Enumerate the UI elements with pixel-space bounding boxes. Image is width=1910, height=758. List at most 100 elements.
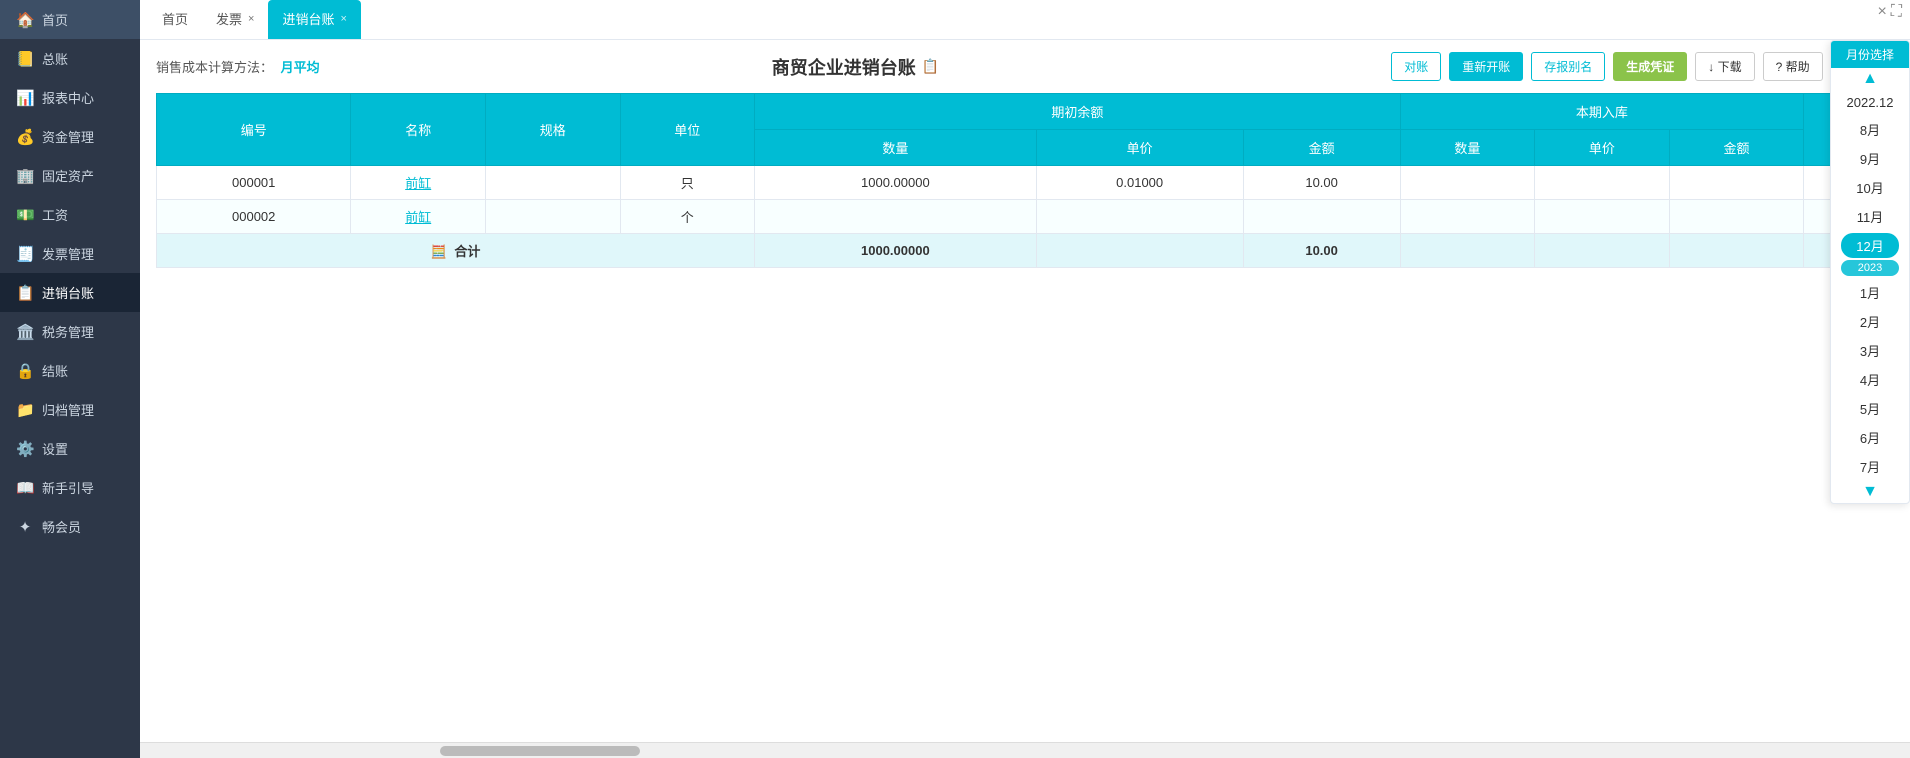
table-row: 000001 前缸 只 1000.00000 0.01000 10.00 (157, 166, 1894, 200)
col-inbound: 本期入库 (1400, 94, 1804, 130)
tab-invoice-close[interactable]: × (248, 13, 254, 25)
month-9[interactable]: 9月 (1831, 144, 1909, 173)
col-code: 编号 (157, 94, 351, 166)
sidebar-item-home[interactable]: 🏠 首页 (0, 0, 140, 39)
sidebar-item-ledger[interactable]: 📒 总账 (0, 39, 140, 78)
col-opening-qty: 数量 (755, 130, 1037, 166)
horizontal-scrollbar[interactable] (140, 742, 1910, 758)
month-12[interactable]: 12月 (1841, 233, 1899, 258)
row2-opening-amount (1243, 200, 1400, 234)
col-opening-price: 单价 (1036, 130, 1243, 166)
month-4[interactable]: 4月 (1831, 365, 1909, 394)
guide-icon: 📖 (16, 479, 34, 497)
col-unit: 单位 (620, 94, 755, 166)
help-button[interactable]: ? 帮助 (1763, 52, 1823, 81)
month-7[interactable]: 7月 (1831, 452, 1909, 481)
row1-spec (485, 166, 620, 200)
year-2022-label: 2022.12 (1831, 90, 1909, 115)
col-opening-amount: 金额 (1243, 130, 1400, 166)
maximize-window-button[interactable]: ⛶ (1891, 4, 1902, 20)
member-icon: ✦ (16, 518, 34, 536)
generate-voucher-button[interactable]: 生成凭证 (1613, 52, 1687, 81)
col-opening-balance: 期初余额 (755, 94, 1401, 130)
tab-invoice[interactable]: 发票 × (202, 0, 268, 39)
month-10[interactable]: 10月 (1831, 173, 1909, 202)
payroll-icon: 💵 (16, 206, 34, 224)
sidebar-item-payroll[interactable]: 💵 工资 (0, 195, 140, 234)
row1-inbound-price (1535, 166, 1670, 200)
sidebar-item-settings[interactable]: ⚙️ 设置 (0, 429, 140, 468)
sidebar-item-member[interactable]: ✦ 畅会员 (0, 507, 140, 546)
sidebar-item-reports[interactable]: 📊 报表中心 (0, 78, 140, 117)
month-5[interactable]: 5月 (1831, 394, 1909, 423)
sidebar-item-funds[interactable]: 💰 资金管理 (0, 117, 140, 156)
reports-icon: 📊 (16, 89, 34, 107)
row1-unit: 只 (620, 166, 755, 200)
tax-icon: 🏛️ (16, 323, 34, 341)
sidebar-item-guide[interactable]: 📖 新手引导 (0, 468, 140, 507)
row1-opening-amount: 10.00 (1243, 166, 1400, 200)
month-panel: 月份选择 ▲ 2022.12 8月 9月 10月 11月 12月 2023 1月… (1830, 40, 1910, 504)
total-opening-qty: 1000.00000 (755, 234, 1037, 268)
toolbar: 对账 重新开账 存报别名 生成凭证 ↓ 下载 ? 帮助 ↺ 刷新 (1391, 52, 1894, 81)
month-11[interactable]: 11月 (1831, 202, 1909, 231)
sidebar-item-archive[interactable]: 📁 归档管理 (0, 390, 140, 429)
archive-icon: 📁 (16, 401, 34, 419)
main-content: × ⛶ 首页 发票 × 进销台账 × 销售成本计算方法： 月平均 商贸企业进销台… (140, 0, 1910, 758)
invoice-mgmt-icon: 🧾 (16, 245, 34, 263)
row2-opening-price (1036, 200, 1243, 234)
col-inbound-amount: 金额 (1669, 130, 1804, 166)
sidebar-item-close[interactable]: 🔒 结账 (0, 351, 140, 390)
row2-inbound-amount (1669, 200, 1804, 234)
month-prev-button[interactable]: ▲ (1862, 71, 1878, 87)
row2-spec (485, 200, 620, 234)
window-controls: × ⛶ (1869, 0, 1910, 24)
tab-home[interactable]: 首页 (148, 0, 202, 39)
month-next-button[interactable]: ▼ (1862, 484, 1878, 500)
page-title: 商贸企业进销台账 📋 (772, 54, 939, 80)
total-inbound-price (1535, 234, 1670, 268)
sidebar-item-tax[interactable]: 🏛️ 税务管理 (0, 312, 140, 351)
month-1[interactable]: 1月 (1831, 278, 1909, 307)
sidebar-item-purchase-sales[interactable]: 📋 进销台账 (0, 273, 140, 312)
scrollbar-thumb[interactable] (440, 746, 640, 756)
cost-method-info: 销售成本计算方法： 月平均 (156, 57, 320, 76)
total-inbound-amount (1669, 234, 1804, 268)
month-nav-down: ▼ (1831, 481, 1909, 503)
total-icon: 🧮 (431, 244, 447, 259)
tab-purchase-sales[interactable]: 进销台账 × (268, 0, 360, 39)
sidebar: 🏠 首页 📒 总账 📊 报表中心 💰 资金管理 🏢 固定资产 💵 工资 🧾 发票… (0, 0, 140, 758)
ledger-icon: 📒 (16, 50, 34, 68)
month-nav-up: ▲ (1831, 68, 1909, 90)
month-6[interactable]: 6月 (1831, 423, 1909, 452)
row1-opening-qty: 1000.00000 (755, 166, 1037, 200)
total-inbound-qty (1400, 234, 1535, 268)
row1-code: 000001 (157, 166, 351, 200)
row2-code: 000002 (157, 200, 351, 234)
row2-inbound-price (1535, 200, 1670, 234)
sidebar-item-invoice-mgmt[interactable]: 🧾 发票管理 (0, 234, 140, 273)
row1-opening-price: 0.01000 (1036, 166, 1243, 200)
title-info-icon[interactable]: 📋 (922, 58, 939, 75)
close-account-icon: 🔒 (16, 362, 34, 380)
reopen-button[interactable]: 重新开账 (1449, 52, 1523, 81)
total-label: 🧮 合计 (157, 234, 755, 268)
total-row: 🧮 合计 1000.00000 10.00 (157, 234, 1894, 268)
total-opening-price (1036, 234, 1243, 268)
sidebar-item-assets[interactable]: 🏢 固定资产 (0, 156, 140, 195)
save-as-button[interactable]: 存报别名 (1531, 52, 1605, 81)
reconcile-button[interactable]: 对账 (1391, 52, 1441, 81)
download-button[interactable]: ↓ 下载 (1695, 52, 1754, 81)
month-8[interactable]: 8月 (1831, 115, 1909, 144)
year-2023-badge: 2023 (1841, 260, 1899, 276)
month-2[interactable]: 2月 (1831, 307, 1909, 336)
row2-unit: 个 (620, 200, 755, 234)
tab-purchase-sales-close[interactable]: × (340, 13, 346, 25)
purchase-sales-icon: 📋 (16, 284, 34, 302)
table-wrapper: 编号 名称 规格 单位 期初余额 本期入库 数 数量 单价 金额 数量 单价 (156, 93, 1894, 268)
row2-inbound-qty (1400, 200, 1535, 234)
close-window-button[interactable]: × (1877, 4, 1886, 20)
settings-icon: ⚙️ (16, 440, 34, 458)
col-inbound-qty: 数量 (1400, 130, 1535, 166)
month-3[interactable]: 3月 (1831, 336, 1909, 365)
